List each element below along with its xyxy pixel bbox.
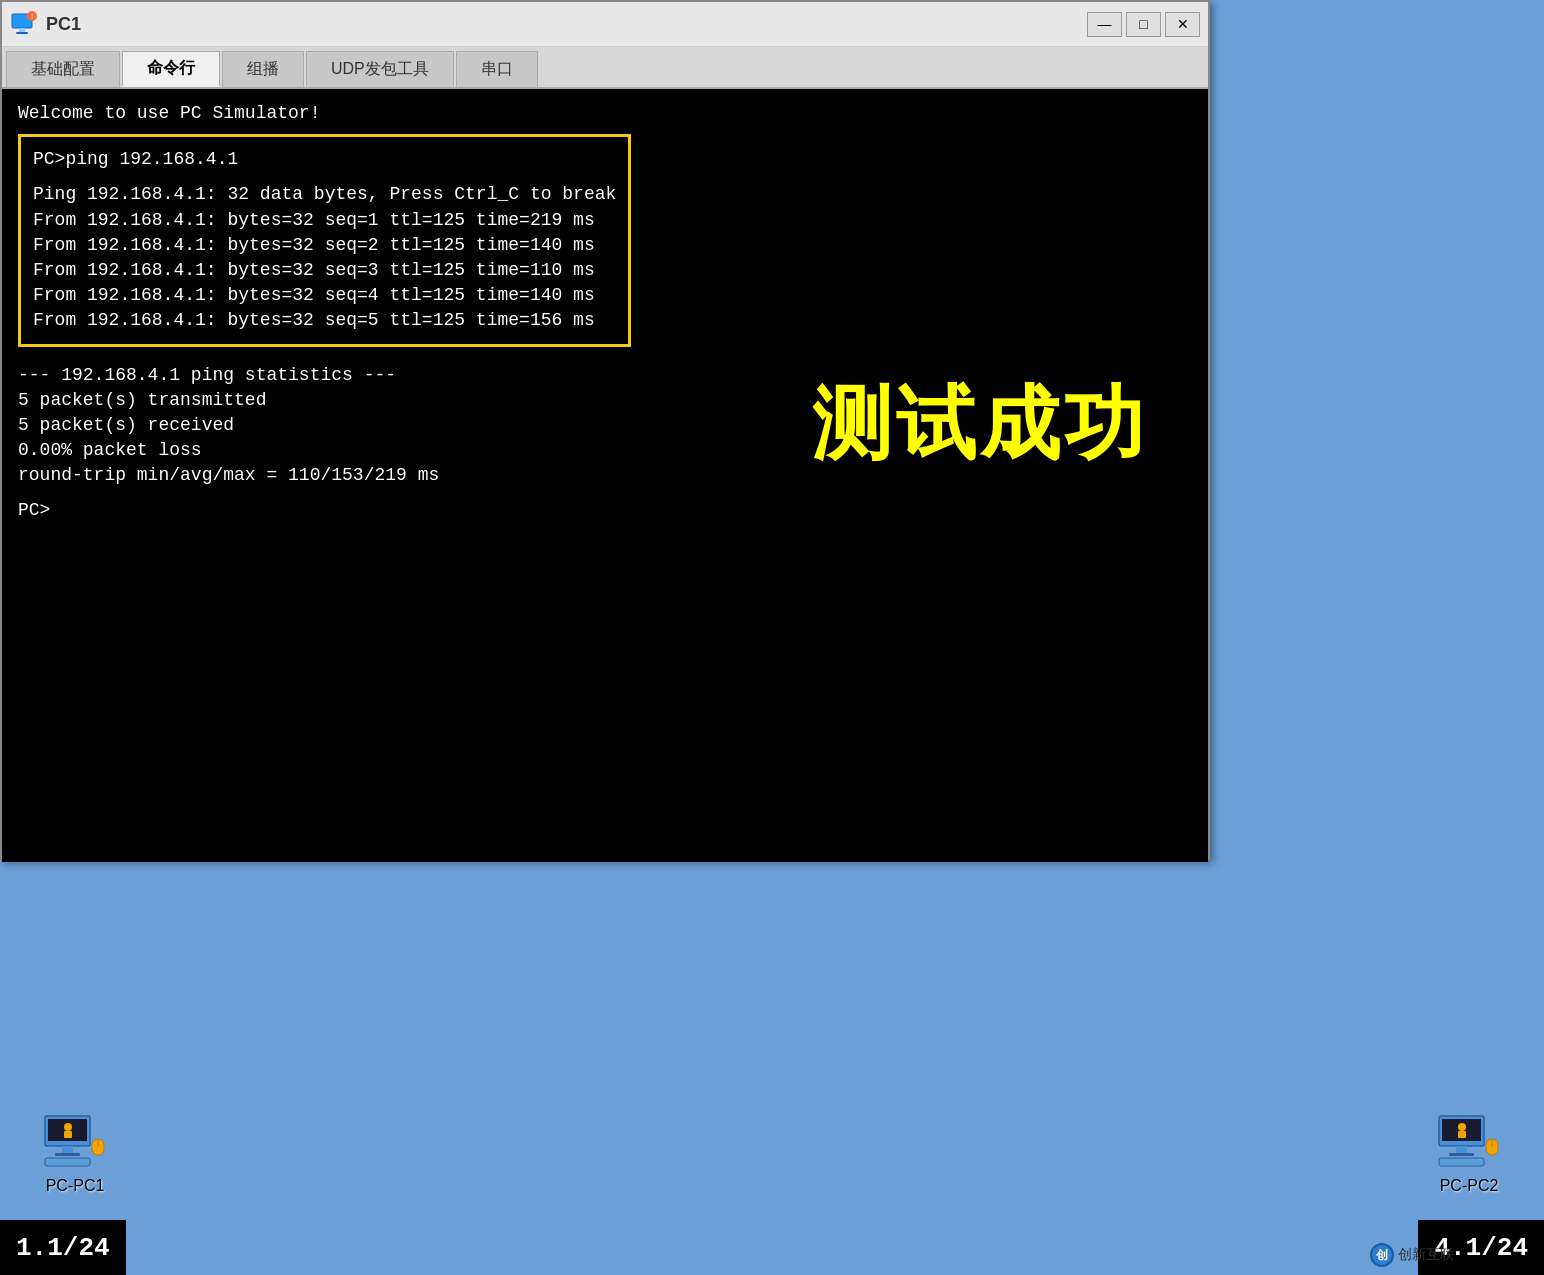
pc2-icon <box>1434 1101 1504 1171</box>
svg-rect-16 <box>1456 1146 1467 1154</box>
svg-text:!: ! <box>30 13 34 21</box>
svg-rect-22 <box>1458 1131 1466 1138</box>
maximize-button[interactable]: □ <box>1126 12 1161 37</box>
terminal-area[interactable]: Welcome to use PC Simulator! PC>ping 192… <box>2 89 1208 862</box>
pc1-icon <box>40 1101 110 1171</box>
tab-serial[interactable]: 串口 <box>456 51 538 87</box>
tab-command-line[interactable]: 命令行 <box>122 51 220 87</box>
pc-simulator-window: ! PC1 — □ ✕ 基础配置 命令行 组播 UDP发包工具 串口 Welco… <box>0 0 1210 860</box>
window-title: PC1 <box>46 14 1079 35</box>
window-controls: — □ ✕ <box>1087 12 1200 37</box>
ping-result-5: From 192.168.4.1: bytes=32 seq=5 ttl=125… <box>33 308 616 333</box>
ip-label-left: 1.1/24 <box>0 1220 126 1275</box>
tab-basic-config[interactable]: 基础配置 <box>6 51 120 87</box>
ping-output-box: PC>ping 192.168.4.1 Ping 192.168.4.1: 32… <box>18 134 631 346</box>
watermark: 创 创新互联 <box>1370 1243 1454 1267</box>
prompt-line: PC> <box>18 498 1192 523</box>
svg-rect-13 <box>64 1131 72 1138</box>
watermark-text: 创新互联 <box>1398 1246 1454 1264</box>
ping-header: Ping 192.168.4.1: 32 data bytes, Press C… <box>33 182 616 207</box>
close-button[interactable]: ✕ <box>1165 12 1200 37</box>
ping-result-1: From 192.168.4.1: bytes=32 seq=1 ttl=125… <box>33 208 616 233</box>
tab-udp-tool[interactable]: UDP发包工具 <box>306 51 454 87</box>
title-bar: ! PC1 — □ ✕ <box>2 2 1208 47</box>
ping-result-3: From 192.168.4.1: bytes=32 seq=3 ttl=125… <box>33 258 616 283</box>
ping-result-4: From 192.168.4.1: bytes=32 seq=4 ttl=125… <box>33 283 616 308</box>
desktop: ! PC1 — □ ✕ 基础配置 命令行 组播 UDP发包工具 串口 Welco… <box>0 0 1544 1275</box>
tab-bar: 基础配置 命令行 组播 UDP发包工具 串口 <box>2 47 1208 89</box>
ping-result-2: From 192.168.4.1: bytes=32 seq=2 ttl=125… <box>33 233 616 258</box>
svg-point-21 <box>1458 1123 1466 1131</box>
welcome-text: Welcome to use PC Simulator! <box>18 101 1192 126</box>
svg-rect-8 <box>55 1153 80 1156</box>
window-icon: ! <box>10 10 38 38</box>
minimize-button[interactable]: — <box>1087 12 1122 37</box>
svg-rect-17 <box>1449 1153 1474 1156</box>
success-overlay: 测试成功 <box>812 384 1148 464</box>
pc1-label: PC-PC1 <box>46 1177 105 1195</box>
svg-rect-2 <box>16 32 28 34</box>
desktop-icon-pc1[interactable]: PC-PC1 <box>40 1101 110 1195</box>
pc2-label: PC-PC2 <box>1440 1177 1499 1195</box>
ip-left-text: 1.1/24 <box>16 1233 110 1263</box>
svg-rect-1 <box>19 28 25 32</box>
svg-rect-20 <box>1439 1158 1484 1166</box>
svg-point-12 <box>64 1123 72 1131</box>
desktop-icon-pc2[interactable]: PC-PC2 <box>1434 1101 1504 1195</box>
ping-command: PC>ping 192.168.4.1 <box>33 147 616 172</box>
watermark-icon: 创 <box>1370 1243 1394 1267</box>
desktop-icons: PC-PC1 PC-PC2 <box>0 1101 1544 1195</box>
svg-rect-11 <box>45 1158 90 1166</box>
svg-rect-7 <box>62 1146 73 1154</box>
tab-multicast[interactable]: 组播 <box>222 51 304 87</box>
